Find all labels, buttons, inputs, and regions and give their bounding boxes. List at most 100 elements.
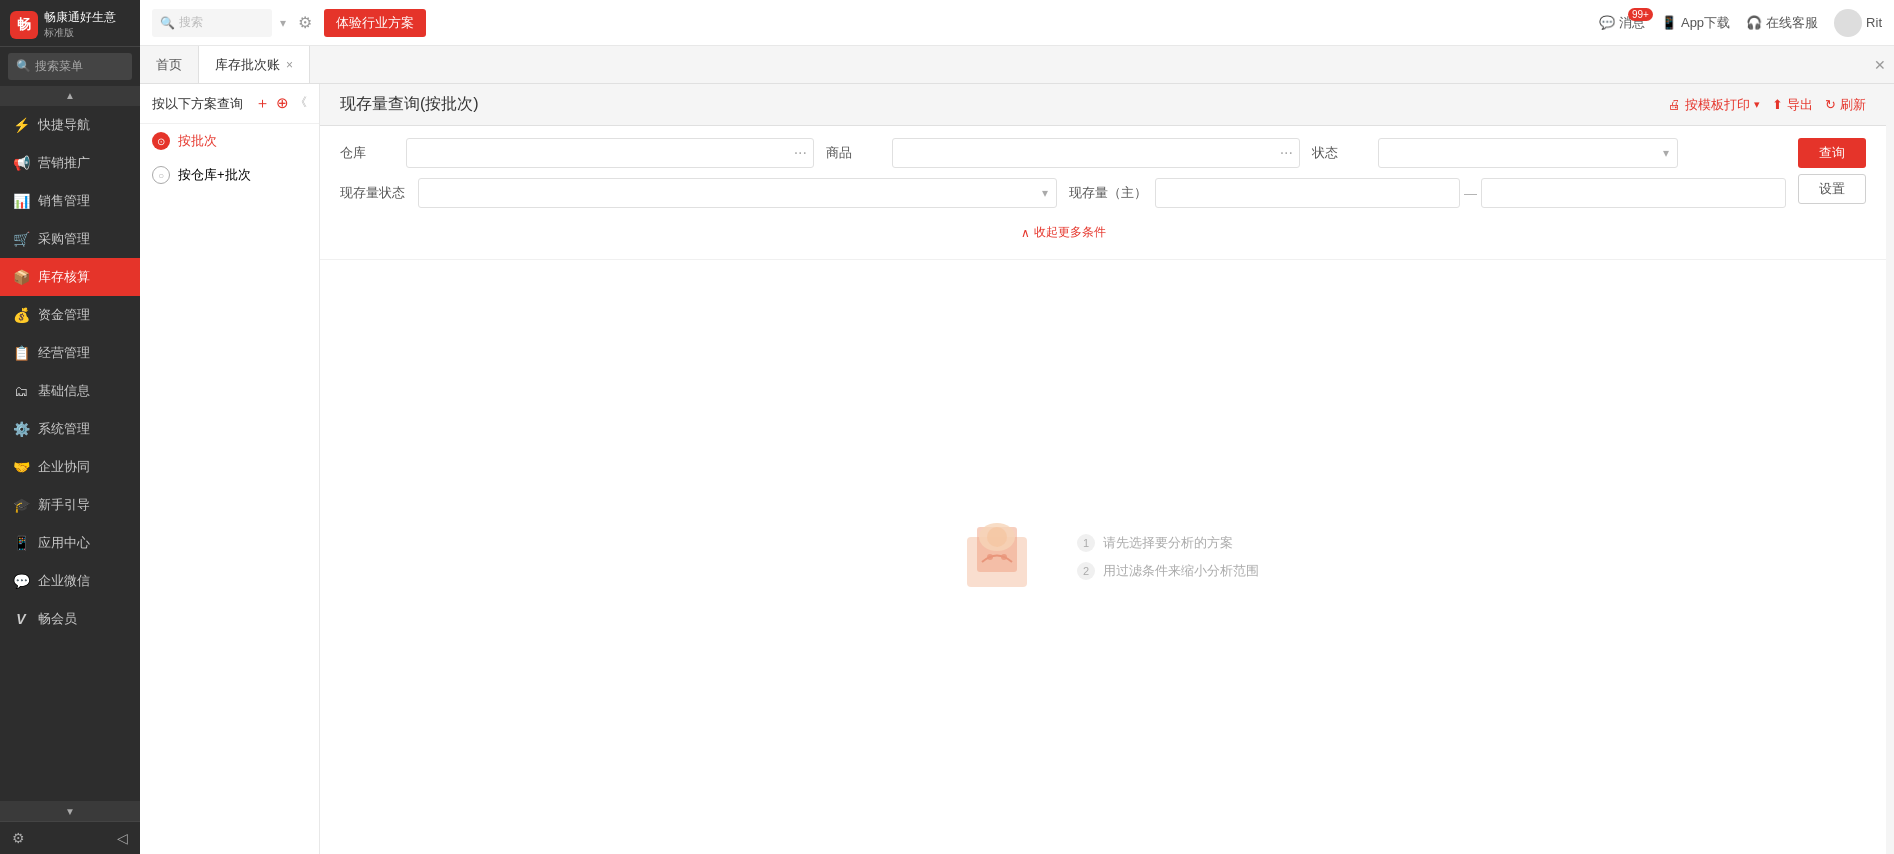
sidebar-item-label: 营销推广 xyxy=(38,154,90,172)
right-panel: 现存量查询(按批次) 🖨 按模板打印 ▾ ⬆ 导出 ↻ 刷新 xyxy=(320,84,1886,854)
empty-step-1: 1 请先选择要分析的方案 xyxy=(1077,534,1259,552)
collapse-panel-icon[interactable]: 《 xyxy=(295,94,307,113)
page-header-actions: 🖨 按模板打印 ▾ ⬆ 导出 ↻ 刷新 xyxy=(1668,96,1866,114)
stock-status-select[interactable]: ▾ xyxy=(418,178,1057,208)
query-button[interactable]: 查询 xyxy=(1798,138,1866,168)
action-buttons: 查询 设置 xyxy=(1798,138,1866,204)
sales-icon: 📊 xyxy=(12,192,30,210)
sidebar-subtitle: 标准版 xyxy=(44,26,116,40)
sidebar-item-marketing[interactable]: 📢 营销推广 xyxy=(0,144,140,182)
member-icon: V xyxy=(12,610,30,628)
stock-amount-to[interactable] xyxy=(1481,178,1786,208)
tab-close-icon[interactable]: × xyxy=(286,58,293,72)
sidebar-item-purchase[interactable]: 🛒 采购管理 xyxy=(0,220,140,258)
refresh-icon: ↻ xyxy=(1825,97,1836,112)
print-icon: 🖨 xyxy=(1668,97,1681,112)
basic-icon: 🗂 xyxy=(12,382,30,400)
sidebar-item-newbie[interactable]: 🎓 新手引导 xyxy=(0,486,140,524)
sidebar-item-weixin[interactable]: 💬 企业微信 xyxy=(0,562,140,600)
chevron-up-icon: ∧ xyxy=(1021,226,1030,240)
sidebar-item-system[interactable]: ⚙️ 系统管理 xyxy=(0,410,140,448)
system-icon: ⚙️ xyxy=(12,420,30,438)
collapse-label: 收起更多条件 xyxy=(1034,224,1106,241)
export-action[interactable]: ⬆ 导出 xyxy=(1772,96,1813,114)
stock-status-label: 现存量状态 xyxy=(340,184,412,202)
tab-panel-close-icon[interactable]: ✕ xyxy=(1874,57,1886,73)
add-plan-icon[interactable]: ＋ xyxy=(255,94,270,113)
sidebar-item-finance[interactable]: 💰 资金管理 xyxy=(0,296,140,334)
purchase-icon: 🛒 xyxy=(12,230,30,248)
inventory-icon: 📦 xyxy=(12,268,30,286)
messages-action[interactable]: 💬 消息 99+ xyxy=(1599,14,1645,32)
collapse-filter-row[interactable]: ∧ 收起更多条件 xyxy=(340,218,1786,247)
sidebar-item-quicknav[interactable]: ⚡ 快捷导航 xyxy=(0,106,140,144)
plan-item-by-warehouse-batch[interactable]: ○ 按仓库+批次 xyxy=(140,158,319,192)
plan-inactive-icon: ○ xyxy=(152,166,170,184)
sidebar-logo: 畅 xyxy=(10,11,38,39)
app-download-action[interactable]: 📱 App下载 xyxy=(1661,14,1730,32)
stock-amount-from[interactable] xyxy=(1155,178,1460,208)
status-select[interactable]: ▾ xyxy=(1378,138,1678,168)
topbar-search-text: 搜索 xyxy=(179,14,203,31)
trial-button[interactable]: 体验行业方案 xyxy=(324,9,426,37)
left-panel-header: 按以下方案查询 ＋ ⊕ 《 xyxy=(140,84,319,124)
sidebar-item-label: 畅会员 xyxy=(38,610,77,628)
right-scrollbar[interactable] xyxy=(1886,84,1894,854)
topbar-gear-icon[interactable]: ⚙ xyxy=(294,9,316,36)
sidebar-item-label: 快捷导航 xyxy=(38,116,90,134)
svg-point-3 xyxy=(987,527,1007,547)
stock-status-arrow: ▾ xyxy=(1042,186,1048,200)
sidebar-scroll-up[interactable]: ▲ xyxy=(0,86,140,106)
avatar xyxy=(1834,9,1862,37)
plan-settings-icon[interactable]: ⊕ xyxy=(276,94,289,113)
sidebar-item-member[interactable]: V 畅会员 xyxy=(0,600,140,638)
product-dots: ··· xyxy=(1280,144,1293,162)
left-panel: 按以下方案查询 ＋ ⊕ 《 ⊙ 按批次 ○ 按仓库+批次 xyxy=(140,84,320,854)
warehouse-dots: ··· xyxy=(794,144,807,162)
sidebar-item-operations[interactable]: 📋 经营管理 xyxy=(0,334,140,372)
sidebar: 畅 畅康通好生意 标准版 🔍 搜索菜单 ▲ ⚡ 快捷导航 📢 营销推广 📊 销售… xyxy=(0,0,140,854)
sidebar-search[interactable]: 🔍 搜索菜单 xyxy=(8,53,132,80)
sidebar-item-sales[interactable]: 📊 销售管理 xyxy=(0,182,140,220)
stock-status-field: 现存量状态 ▾ xyxy=(340,178,1057,208)
app-download-icon: 📱 xyxy=(1661,15,1677,30)
filter-fields: 仓库 ··· 商品 ··· xyxy=(340,138,1786,247)
online-service-label: 在线客服 xyxy=(1766,14,1818,32)
sidebar-footer: ⚙ ◁ xyxy=(0,821,140,854)
user-action[interactable]: Rit xyxy=(1834,9,1882,37)
topbar-search[interactable]: 🔍 搜索 xyxy=(152,9,272,37)
tab-inventory-batch[interactable]: 库存批次账 × xyxy=(199,46,310,83)
sidebar-item-enterprise[interactable]: 🤝 企业协同 xyxy=(0,448,140,486)
export-icon: ⬆ xyxy=(1772,97,1783,112)
print-action[interactable]: 🖨 按模板打印 ▾ xyxy=(1668,96,1760,114)
tab-home-label: 首页 xyxy=(156,56,182,74)
settings-icon[interactable]: ⚙ xyxy=(12,830,25,846)
sidebar-item-apps[interactable]: 📱 应用中心 xyxy=(0,524,140,562)
sidebar-item-label: 系统管理 xyxy=(38,420,90,438)
online-service-action[interactable]: 🎧 在线客服 xyxy=(1746,14,1818,32)
print-label: 按模板打印 xyxy=(1685,96,1750,114)
filter-row-1: 仓库 ··· 商品 ··· xyxy=(340,138,1786,168)
sidebar-item-label: 基础信息 xyxy=(38,382,90,400)
collapse-sidebar-icon[interactable]: ◁ xyxy=(117,830,128,846)
headset-icon: 🎧 xyxy=(1746,15,1762,30)
topbar-dropdown-icon[interactable]: ▾ xyxy=(280,16,286,30)
warehouse-input[interactable]: ··· xyxy=(406,138,814,168)
plan-item-by-batch[interactable]: ⊙ 按批次 xyxy=(140,124,319,158)
sidebar-scroll-down[interactable]: ▼ xyxy=(0,801,140,821)
stock-amount-field: 现存量（主） — xyxy=(1069,178,1786,208)
refresh-action[interactable]: ↻ 刷新 xyxy=(1825,96,1866,114)
weixin-icon: 💬 xyxy=(12,572,30,590)
status-label: 状态 xyxy=(1312,144,1372,162)
print-dropdown-icon[interactable]: ▾ xyxy=(1754,98,1760,111)
sidebar-item-inventory[interactable]: 📦 库存核算 xyxy=(0,258,140,296)
export-label: 导出 xyxy=(1787,96,1813,114)
messages-icon: 💬 xyxy=(1599,15,1615,30)
sidebar-item-basic[interactable]: 🗂 基础信息 xyxy=(0,372,140,410)
settings-button[interactable]: 设置 xyxy=(1798,174,1866,204)
sidebar-item-label: 新手引导 xyxy=(38,496,90,514)
tab-home[interactable]: 首页 xyxy=(140,46,199,83)
product-input[interactable]: ··· xyxy=(892,138,1300,168)
newbie-icon: 🎓 xyxy=(12,496,30,514)
sidebar-item-label: 应用中心 xyxy=(38,534,90,552)
